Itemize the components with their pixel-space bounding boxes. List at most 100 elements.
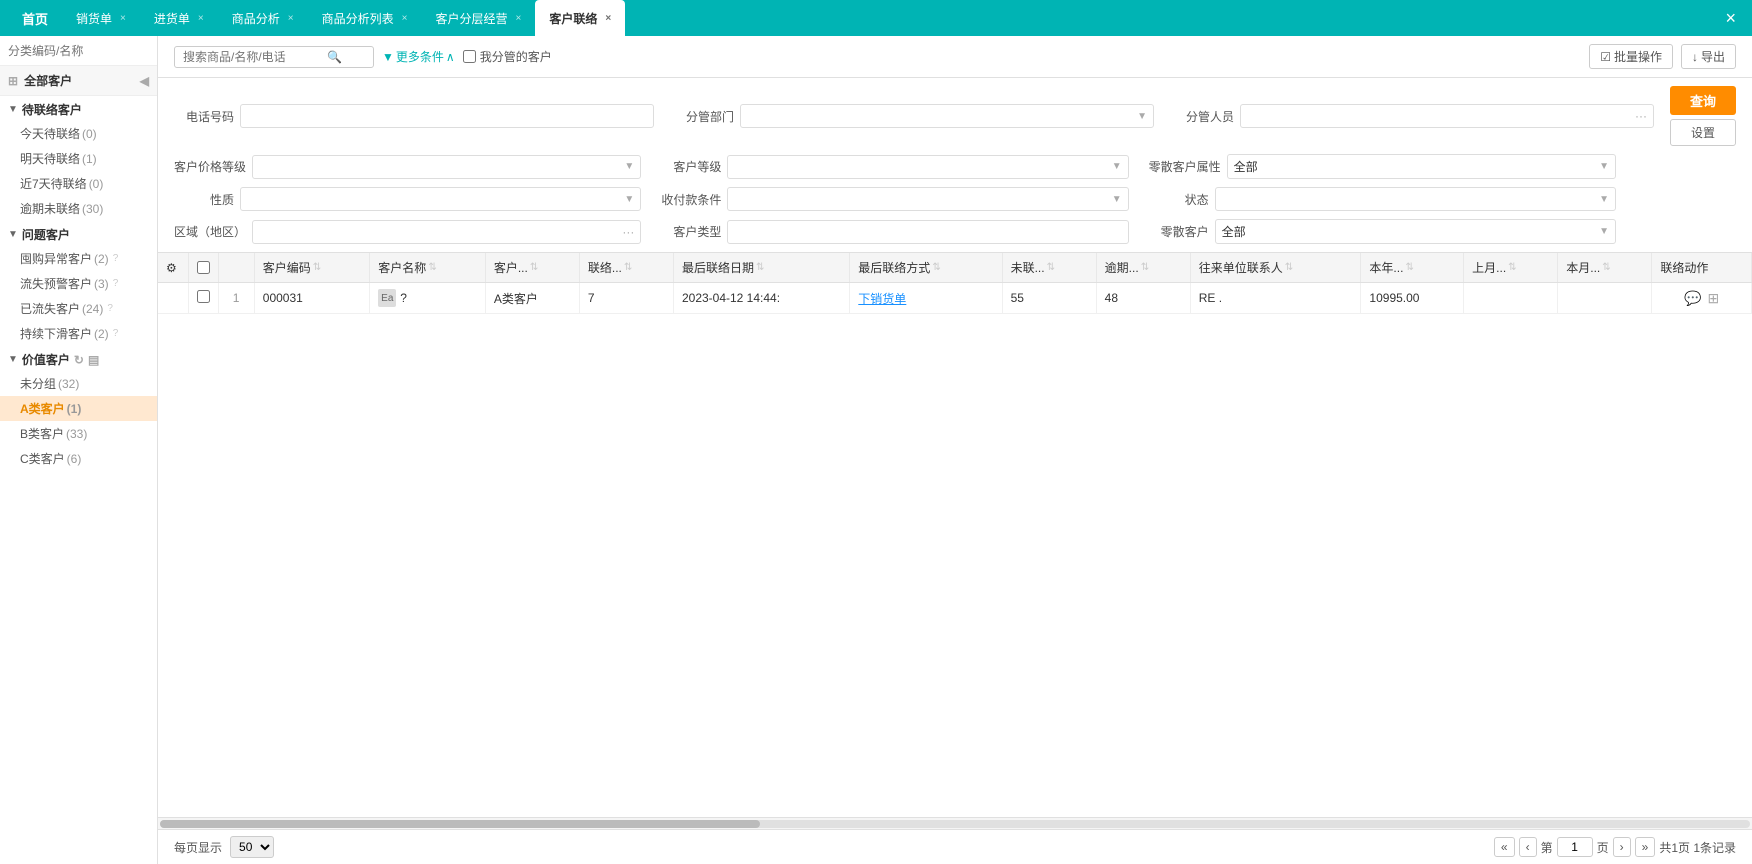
table-scroll[interactable]: ⚙ 客户编码 ⇅ xyxy=(158,253,1752,817)
th-this-year[interactable]: 本年... ⇅ xyxy=(1361,253,1464,283)
sort-this-month-icon[interactable]: ⇅ xyxy=(1602,262,1610,273)
retail-dropdown[interactable]: 全部 ▼ xyxy=(1215,219,1616,244)
close-all-tabs[interactable]: × xyxy=(1717,8,1744,29)
close-customer-contact-tab[interactable]: × xyxy=(605,13,611,24)
sidebar-group-pending[interactable]: ▼ 待联络客户 xyxy=(0,96,157,121)
th-unit-contact[interactable]: 往来单位联系人 ⇅ xyxy=(1190,253,1361,283)
row-checkbox[interactable] xyxy=(197,290,210,303)
scroll-track[interactable] xyxy=(160,820,1750,828)
prev-page-btn[interactable]: ‹ xyxy=(1519,837,1537,857)
status-dropdown[interactable]: ▼ xyxy=(1215,187,1616,211)
customer-type-input[interactable] xyxy=(727,220,1128,244)
customer-level-dropdown[interactable]: ▼ xyxy=(727,155,1128,179)
row-last-method[interactable]: 下销货单 xyxy=(850,283,1002,314)
region-input[interactable]: ··· xyxy=(252,220,641,244)
sort-this-year-icon[interactable]: ⇅ xyxy=(1405,262,1413,273)
sidebar-item-class-c[interactable]: C类客户 (6) xyxy=(0,446,157,471)
sidebar-group-value[interactable]: ▼ 价值客户 ↻ ▤ xyxy=(0,346,157,371)
close-sales-tab[interactable]: × xyxy=(120,13,126,24)
export-button[interactable]: ↓ 导出 xyxy=(1681,44,1736,69)
sort-last-method-icon[interactable]: ⇅ xyxy=(932,262,940,273)
batch-op-button[interactable]: ☑ 批量操作 xyxy=(1589,44,1673,69)
dept-dropdown[interactable]: ▼ xyxy=(740,104,1154,128)
sidebar-item-unclassified[interactable]: 未分组 (32) xyxy=(0,371,157,396)
th-category[interactable]: 客户... ⇅ xyxy=(485,253,579,283)
sort-last-month-icon[interactable]: ⇅ xyxy=(1508,262,1516,273)
close-goods-analysis-tab[interactable]: × xyxy=(288,13,294,24)
sidebar-item-today[interactable]: 今天待联络 (0) xyxy=(0,121,157,146)
region-more-icon[interactable]: ··· xyxy=(622,225,634,239)
sidebar-item-tomorrow[interactable]: 明天待联络 (1) xyxy=(0,146,157,171)
sidebar-item-hoard[interactable]: 囤购异常客户 (2) ? xyxy=(0,246,157,271)
sort-overdue-icon[interactable]: ⇅ xyxy=(1141,262,1149,273)
close-purchase-tab[interactable]: × xyxy=(198,13,204,24)
sidebar-item-overdue[interactable]: 逾期未联络 (30) xyxy=(0,196,157,221)
retail-attr-dropdown[interactable]: 全部 ▼ xyxy=(1227,154,1616,179)
nav-customer-layer[interactable]: 客户分层经营 × xyxy=(421,0,535,36)
sidebar-item-7days[interactable]: 近7天待联络 (0) xyxy=(0,171,157,196)
sort-category-icon[interactable]: ⇅ xyxy=(530,262,538,273)
filter-search-icon[interactable]: 🔍 xyxy=(327,50,342,64)
value-add-icon[interactable]: ▤ xyxy=(88,353,99,367)
th-contact[interactable]: 联络... ⇅ xyxy=(579,253,673,283)
sidebar-search-input[interactable] xyxy=(8,44,158,58)
th-name[interactable]: 客户名称 ⇅ xyxy=(370,253,486,283)
value-refresh-icon[interactable]: ↻ xyxy=(74,353,84,367)
horizontal-scrollbar[interactable] xyxy=(158,817,1752,829)
hoard-help-icon[interactable]: ? xyxy=(113,253,119,264)
th-last-method[interactable]: 最后联络方式 ⇅ xyxy=(850,253,1002,283)
sort-name-icon[interactable]: ⇅ xyxy=(428,262,436,273)
first-page-btn[interactable]: « xyxy=(1494,837,1515,857)
declining-help-icon[interactable]: ? xyxy=(113,328,119,339)
collapse-icon[interactable]: ◀ xyxy=(140,74,149,88)
phone-input[interactable] xyxy=(240,104,654,128)
sort-code-icon[interactable]: ⇅ xyxy=(313,262,321,273)
sidebar-item-class-b[interactable]: B类客户 (33) xyxy=(0,421,157,446)
th-last-date[interactable]: 最后联络日期 ⇅ xyxy=(673,253,849,283)
chat-icon[interactable]: 💬 xyxy=(1684,290,1701,307)
nav-purchase[interactable]: 进货单 × xyxy=(140,0,218,36)
page-num-input[interactable] xyxy=(1557,837,1593,857)
nav-home[interactable]: 首页 xyxy=(8,0,62,36)
price-level-dropdown[interactable]: ▼ xyxy=(252,155,641,179)
person-more-icon[interactable]: ··· xyxy=(1635,109,1647,123)
query-button[interactable]: 查询 xyxy=(1670,86,1736,115)
th-gear[interactable]: ⚙ xyxy=(158,253,188,283)
sidebar-item-churned[interactable]: 已流失客户 (24) ? xyxy=(0,296,157,321)
filter-more-btn[interactable]: ▼ 更多条件 ∧ xyxy=(382,48,455,65)
grid-action-icon[interactable]: ⊞ xyxy=(1708,290,1720,307)
churned-help-icon[interactable]: ? xyxy=(107,303,113,314)
close-goods-list-tab[interactable]: × xyxy=(402,13,408,24)
nav-goods-analysis[interactable]: 商品分析 × xyxy=(218,0,308,36)
th-overdue[interactable]: 逾期... ⇅ xyxy=(1096,253,1190,283)
close-customer-layer-tab[interactable]: × xyxy=(515,13,521,24)
th-this-month[interactable]: 本月... ⇅ xyxy=(1558,253,1652,283)
select-all-checkbox[interactable] xyxy=(197,261,210,274)
nav-sales[interactable]: 销货单 × xyxy=(62,0,140,36)
nav-goods-list[interactable]: 商品分析列表 × xyxy=(308,0,422,36)
sidebar-item-class-a[interactable]: A类客户 (1) xyxy=(0,396,157,421)
th-code[interactable]: 客户编码 ⇅ xyxy=(254,253,370,283)
sort-not-contacted-icon[interactable]: ⇅ xyxy=(1047,262,1055,273)
sidebar-all-customers[interactable]: ⊞ 全部客户 ◀ xyxy=(0,66,157,96)
sort-contact-icon[interactable]: ⇅ xyxy=(624,262,632,273)
last-page-btn[interactable]: » xyxy=(1635,837,1656,857)
setting-button[interactable]: 设置 xyxy=(1670,119,1736,146)
nav-customer-contact[interactable]: 客户联络 × xyxy=(535,0,625,36)
sidebar-item-churn-warning[interactable]: 流失预警客户 (3) ? xyxy=(0,271,157,296)
payment-dropdown[interactable]: ▼ xyxy=(727,187,1128,211)
person-input[interactable]: ··· xyxy=(1240,104,1654,128)
page-size-select[interactable]: 50 xyxy=(230,836,274,858)
th-not-contacted[interactable]: 未联... ⇅ xyxy=(1002,253,1096,283)
sidebar-group-problem[interactable]: ▼ 问题客户 xyxy=(0,221,157,246)
th-last-month[interactable]: 上月... ⇅ xyxy=(1464,253,1558,283)
nature-dropdown[interactable]: ▼ xyxy=(240,187,641,211)
scroll-thumb[interactable] xyxy=(160,820,760,828)
sort-last-date-icon[interactable]: ⇅ xyxy=(756,262,764,273)
churn-warning-help-icon[interactable]: ? xyxy=(113,278,119,289)
my-customers-checkbox-label[interactable]: 我分管的客户 xyxy=(463,48,552,65)
my-customers-checkbox[interactable] xyxy=(463,50,476,63)
sidebar-item-declining[interactable]: 持续下滑客户 (2) ? xyxy=(0,321,157,346)
next-page-btn[interactable]: › xyxy=(1613,837,1631,857)
filter-search-input[interactable] xyxy=(183,50,323,64)
